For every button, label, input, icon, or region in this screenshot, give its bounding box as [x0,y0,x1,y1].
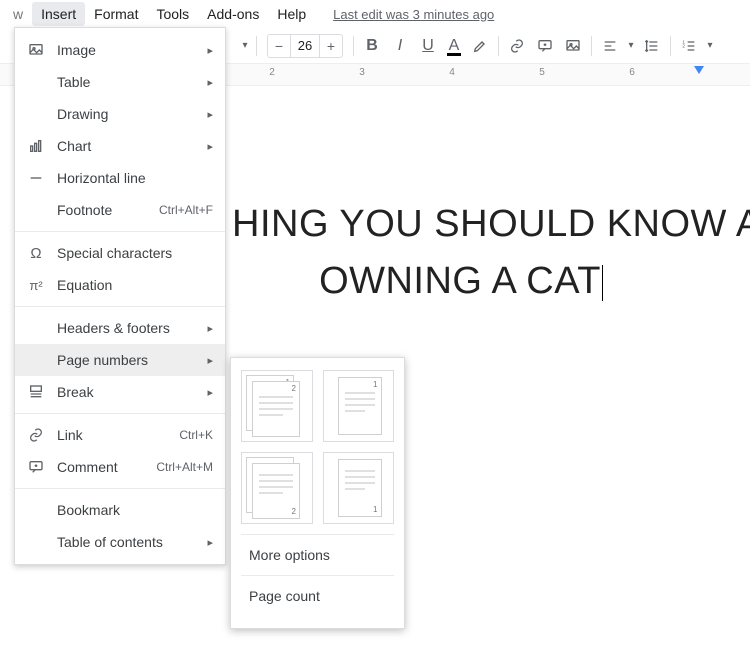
menu-view[interactable]: w [4,2,32,26]
font-size-decrease[interactable]: − [268,35,290,57]
svg-text:2: 2 [682,43,685,48]
menu-insert[interactable]: Insert [32,2,85,26]
menu-tools[interactable]: Tools [147,2,198,26]
page-number-option-bottom-right-single[interactable]: 1 [323,452,395,524]
align-button[interactable] [596,32,624,60]
menu-separator [15,306,225,307]
menu-item-comment[interactable]: CommentCtrl+Alt+M [15,451,225,483]
chart-icon [25,138,47,154]
chevron-right-icon: ▸ [207,76,213,89]
indent-marker[interactable] [694,66,704,74]
menu-item-label: Table [57,74,201,90]
menu-item-page-numbers[interactable]: Page numbers ▸ [15,344,225,376]
ruler-tick-label: 5 [539,67,545,78]
menu-item-label: Drawing [57,106,201,122]
menu-item-footnote[interactable]: FootnoteCtrl+Alt+F [15,194,225,226]
insert-comment-button[interactable] [531,32,559,60]
menu-item-break[interactable]: Break ▸ [15,376,225,408]
chevron-right-icon: ▸ [207,322,213,335]
menubar: w Insert Format Tools Add-ons Help Last … [0,0,750,28]
italic-button[interactable]: I [386,32,414,60]
menu-item-equation[interactable]: π² Equation [15,269,225,301]
highlight-button[interactable] [466,32,494,60]
menu-item-label: Comment [57,459,156,475]
menu-separator [15,488,225,489]
chevron-right-icon: ▸ [207,386,213,399]
menu-item-label: Link [57,427,179,443]
menu-item-horizontal-line[interactable]: Horizontal line [15,162,225,194]
ruler-tick-label: 2 [269,67,275,78]
insert-image-button[interactable] [559,32,587,60]
bold-button[interactable]: B [358,32,386,60]
menu-item-label: Page numbers [57,352,201,368]
menu-separator [15,413,225,414]
menu-item-table-of-contents[interactable]: Table of contents ▸ [15,526,225,558]
ruler-tick-label: 3 [359,67,365,78]
omega-icon: Ω [25,245,47,262]
font-size-value[interactable]: 26 [290,35,320,57]
menu-item-image[interactable]: Image ▸ [15,34,225,66]
underline-button[interactable]: U [414,32,442,60]
comment-icon [25,459,47,475]
menu-shortcut: Ctrl+Alt+F [159,203,213,217]
chevron-down-icon[interactable]: ▾ [703,40,717,51]
menu-item-label: Chart [57,138,201,154]
chevron-right-icon: ▸ [207,140,213,153]
link-icon [25,427,47,443]
menu-format[interactable]: Format [85,2,147,26]
menu-item-drawing[interactable]: Drawing ▸ [15,98,225,130]
font-size-increase[interactable]: + [320,35,342,57]
insert-link-button[interactable] [503,32,531,60]
chevron-right-icon: ▸ [207,44,213,57]
font-size-control: − 26 + [267,34,343,58]
page-numbers-submenu: 1 2 1 1 [230,357,405,629]
chevron-right-icon: ▸ [207,536,213,549]
text-cursor [602,265,603,301]
last-edit-link[interactable]: Last edit was 3 minutes ago [333,7,494,22]
chevron-down-icon[interactable]: ▾ [624,40,638,51]
page-number-option-top-right-stacked[interactable]: 1 2 [241,370,313,442]
doc-title-line2: OWNING A CAT [192,253,730,310]
hr-icon [25,170,47,186]
page-numbers-page-count[interactable]: Page count [241,575,394,616]
menu-item-table[interactable]: Table ▸ [15,66,225,98]
menu-item-label: Special characters [57,245,213,261]
line-spacing-button[interactable] [638,32,666,60]
image-icon [25,42,47,58]
menu-item-label: Bookmark [57,502,213,518]
menu-item-headers-footers[interactable]: Headers & footers ▸ [15,312,225,344]
text-color-button[interactable]: A [442,32,466,60]
menu-help[interactable]: Help [268,2,315,26]
doc-title-line1: HING YOU SHOULD KNOW ABOUT [232,196,730,253]
pi-icon: π² [25,278,47,293]
page-numbers-more-options[interactable]: More options [241,534,394,575]
menu-item-label: Equation [57,277,213,293]
insert-menu-dropdown: Image ▸ Table ▸ Drawing ▸ Chart ▸ Horizontal lin… [14,27,226,565]
menu-item-label: Headers & footers [57,320,201,336]
menu-shortcut: Ctrl+Alt+M [156,460,213,474]
chevron-right-icon: ▸ [207,108,213,121]
menu-item-label: Break [57,384,201,400]
chevron-down-icon[interactable]: ▾ [238,40,252,51]
ruler-tick-label: 4 [449,67,455,78]
menu-item-label: Table of contents [57,534,201,550]
menu-item-link[interactable]: LinkCtrl+K [15,419,225,451]
menu-item-chart[interactable]: Chart ▸ [15,130,225,162]
menu-addons[interactable]: Add-ons [198,2,268,26]
menu-item-label: Horizontal line [57,170,213,186]
page-number-option-top-right-single[interactable]: 1 [323,370,395,442]
chevron-right-icon: ▸ [207,354,213,367]
numbered-list-button[interactable]: 12 [675,32,703,60]
page-number-option-bottom-right-stacked[interactable]: 1 2 [241,452,313,524]
menu-item-special-characters[interactable]: Ω Special characters [15,237,225,269]
menu-item-bookmark[interactable]: Bookmark [15,494,225,526]
menu-shortcut: Ctrl+K [179,428,213,442]
ruler-tick-label: 6 [629,67,635,78]
menu-item-label: Footnote [57,202,159,218]
menu-item-label: Image [57,42,201,58]
break-icon [25,384,47,400]
menu-separator [15,231,225,232]
